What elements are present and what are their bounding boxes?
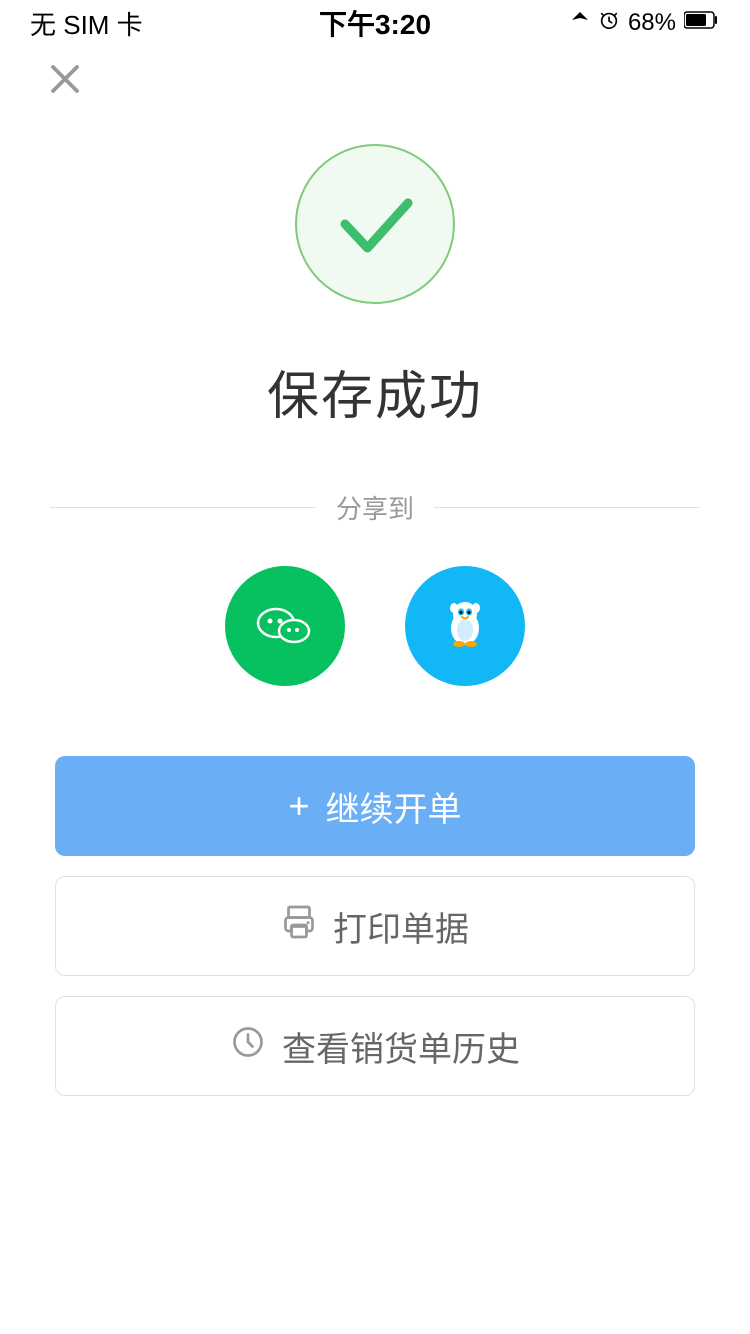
success-title: 保存成功 (267, 354, 483, 429)
actions: + 继续开单 打印单据 查看销货单历史 (55, 756, 695, 1096)
main-content: 保存成功 分享到 (0, 44, 750, 1096)
history-icon (230, 1024, 266, 1069)
continue-button[interactable]: + 继续开单 (55, 756, 695, 856)
battery-label: 68% (628, 9, 676, 37)
share-section: 分享到 (0, 489, 750, 686)
status-time: 下午3:20 (319, 3, 431, 43)
status-left: 无 SIM 卡 (30, 5, 153, 42)
history-label: 查看销货单历史 (282, 1022, 520, 1071)
continue-label: 继续开单 (326, 782, 462, 831)
print-label: 打印单据 (333, 902, 469, 951)
success-circle (295, 144, 455, 304)
printer-icon (281, 904, 317, 949)
qq-share-button[interactable] (405, 566, 525, 686)
location-icon (570, 9, 590, 37)
checkmark-icon (330, 179, 420, 269)
wechat-share-button[interactable] (225, 566, 345, 686)
close-button[interactable] (40, 54, 90, 104)
status-right: 68% (570, 9, 720, 38)
print-button[interactable]: 打印单据 (55, 876, 695, 976)
history-button[interactable]: 查看销货单历史 (55, 996, 695, 1096)
share-divider: 分享到 (0, 489, 750, 526)
share-icons (225, 566, 525, 686)
alarm-icon (598, 9, 620, 38)
status-bar: 无 SIM 卡 下午3:20 68% (0, 0, 750, 44)
plus-icon: + (288, 785, 309, 827)
battery-icon (684, 9, 720, 37)
share-label: 分享到 (316, 489, 434, 526)
no-sim-label: 无 SIM 卡 (30, 5, 143, 42)
